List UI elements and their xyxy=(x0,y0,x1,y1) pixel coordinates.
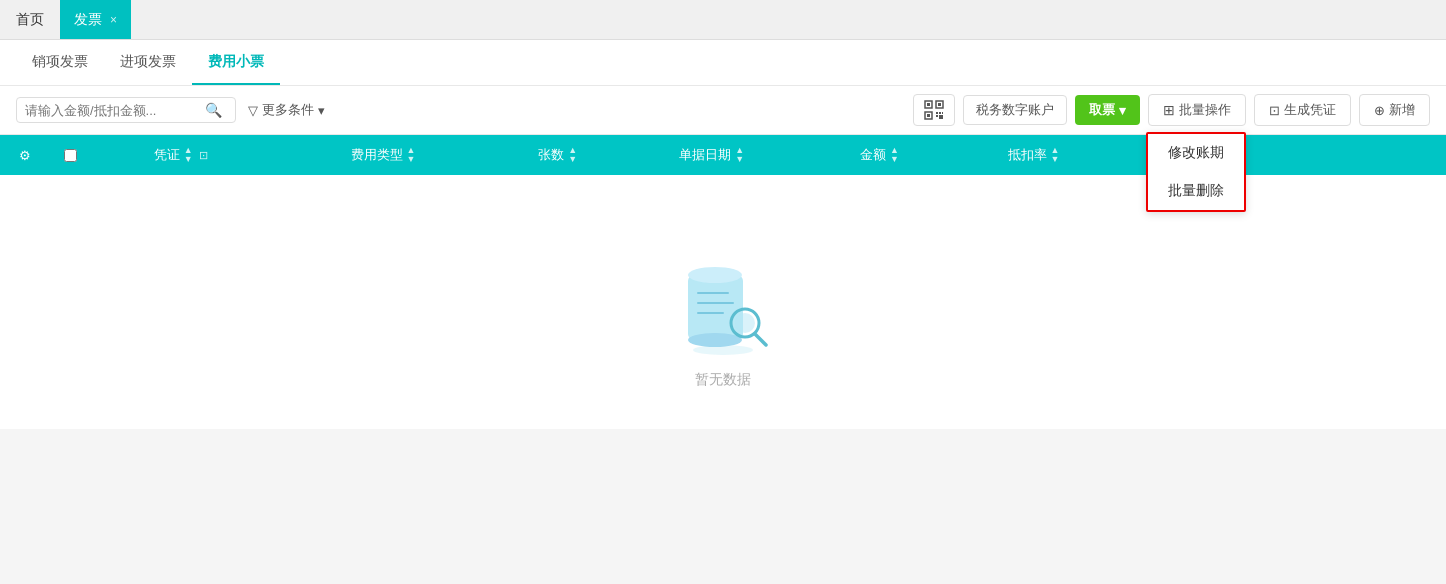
th-expense[interactable]: 费用类型 ▲▼ xyxy=(272,146,495,164)
generate-voucher-button[interactable]: ⊡ 生成凭证 xyxy=(1254,94,1351,126)
toolbar: 🔍 ▽ 更多条件 ▾ 税务数字账户 取票 ▾ ⊞ xyxy=(0,86,1446,135)
dropdown-item-modify-period[interactable]: 修改账期 xyxy=(1148,134,1244,172)
dropdown-item-batch-delete[interactable]: 批量删除 xyxy=(1148,172,1244,210)
sub-nav-purchase-invoice[interactable]: 进项发票 xyxy=(104,40,192,85)
empty-text: 暂无数据 xyxy=(695,371,751,389)
th-checkbox[interactable] xyxy=(50,149,90,162)
search-input[interactable] xyxy=(25,103,205,118)
th-count-label: 张数 xyxy=(538,146,564,164)
date-sort-icon[interactable]: ▲▼ xyxy=(735,146,744,164)
sub-nav-expense-label: 费用小票 xyxy=(208,53,264,71)
batch-icon: ⊞ xyxy=(1163,102,1175,118)
generate-label: 生成凭证 xyxy=(1284,101,1336,119)
svg-rect-1 xyxy=(927,103,930,106)
fetch-label: 取票 xyxy=(1089,101,1115,119)
th-expense-label: 费用类型 xyxy=(351,146,403,164)
svg-rect-8 xyxy=(942,112,943,114)
toolbar-left: 🔍 ▽ 更多条件 ▾ xyxy=(16,96,905,124)
search-icon[interactable]: 🔍 xyxy=(205,102,222,118)
th-rate-label: 抵扣率 xyxy=(1008,146,1047,164)
filter-button[interactable]: ▽ 更多条件 ▾ xyxy=(236,96,337,124)
svg-rect-7 xyxy=(939,112,941,114)
th-settings[interactable]: ⚙ xyxy=(0,148,50,163)
select-all-checkbox[interactable] xyxy=(64,149,77,162)
add-button[interactable]: ⊕ 新增 xyxy=(1359,94,1430,126)
tab-home-label: 首页 xyxy=(16,11,44,29)
sub-nav: 销项发票 进项发票 费用小票 xyxy=(0,40,1446,86)
modify-period-label: 修改账期 xyxy=(1168,144,1224,160)
svg-point-14 xyxy=(688,333,742,347)
svg-rect-6 xyxy=(936,112,938,114)
th-amount-label: 金额 xyxy=(860,146,886,164)
add-icon: ⊕ xyxy=(1374,103,1385,118)
th-rate[interactable]: 抵扣率 ▲▼ xyxy=(956,146,1110,164)
tax-account-button[interactable]: 税务数字账户 xyxy=(963,95,1067,125)
batch-label: 批量操作 xyxy=(1179,101,1231,119)
sub-nav-purchase-label: 进项发票 xyxy=(120,53,176,71)
svg-point-19 xyxy=(735,313,755,333)
svg-point-13 xyxy=(688,267,742,283)
empty-illustration xyxy=(663,255,783,355)
tab-home[interactable]: 首页 xyxy=(0,0,60,39)
svg-rect-10 xyxy=(939,115,943,119)
top-tab-bar: 首页 发票 × xyxy=(0,0,1446,40)
svg-rect-5 xyxy=(927,114,930,117)
fetch-chevron-icon: ▾ xyxy=(1119,103,1126,118)
tab-invoice[interactable]: 发票 × xyxy=(60,0,131,39)
qr-code-icon xyxy=(924,100,944,120)
count-sort-icon[interactable]: ▲▼ xyxy=(568,146,577,164)
batch-dropdown-menu: 修改账期 批量删除 xyxy=(1146,132,1246,212)
batch-delete-label: 批量删除 xyxy=(1168,182,1224,198)
th-count[interactable]: 张数 ▲▼ xyxy=(495,146,621,164)
th-voucher[interactable]: 凭证 ▲▼ ⊡ xyxy=(90,146,272,164)
search-wrap: 🔍 xyxy=(16,97,236,123)
settings-icon: ⚙ xyxy=(19,148,31,163)
filter-icon: ▽ xyxy=(248,103,258,118)
amount-sort-icon[interactable]: ▲▼ xyxy=(890,146,899,164)
tab-invoice-label: 发票 xyxy=(74,11,102,29)
svg-rect-9 xyxy=(936,115,938,117)
tab-close-icon[interactable]: × xyxy=(110,13,117,27)
th-amount[interactable]: 金额 ▲▼ xyxy=(803,146,957,164)
filter-label: 更多条件 xyxy=(262,101,314,119)
batch-button-wrap: ⊞ 批量操作 修改账期 批量删除 xyxy=(1148,94,1246,126)
th-date-label: 单据日期 xyxy=(679,146,731,164)
svg-line-20 xyxy=(755,334,766,345)
batch-button[interactable]: ⊞ 批量操作 xyxy=(1148,94,1246,126)
expense-sort-icon[interactable]: ▲▼ xyxy=(407,146,416,164)
th-voucher-label: 凭证 xyxy=(154,146,180,164)
tax-account-label: 税务数字账户 xyxy=(976,101,1054,119)
th-date[interactable]: 单据日期 ▲▼ xyxy=(621,146,803,164)
sub-nav-sales-label: 销项发票 xyxy=(32,53,88,71)
qr-button[interactable] xyxy=(913,94,955,126)
voucher-sort-icon[interactable]: ▲▼ xyxy=(184,146,193,164)
generate-icon: ⊡ xyxy=(1269,103,1280,118)
rate-sort-icon[interactable]: ▲▼ xyxy=(1051,146,1060,164)
voucher-filter-icon[interactable]: ⊡ xyxy=(199,149,208,162)
empty-state: 暂无数据 xyxy=(0,175,1446,429)
sub-nav-sales-invoice[interactable]: 销项发票 xyxy=(16,40,104,85)
filter-chevron-icon: ▾ xyxy=(318,103,325,118)
sub-nav-expense-receipt[interactable]: 费用小票 xyxy=(192,40,280,85)
fetch-button[interactable]: 取票 ▾ xyxy=(1075,95,1140,125)
svg-rect-3 xyxy=(938,103,941,106)
add-label: 新增 xyxy=(1389,101,1415,119)
